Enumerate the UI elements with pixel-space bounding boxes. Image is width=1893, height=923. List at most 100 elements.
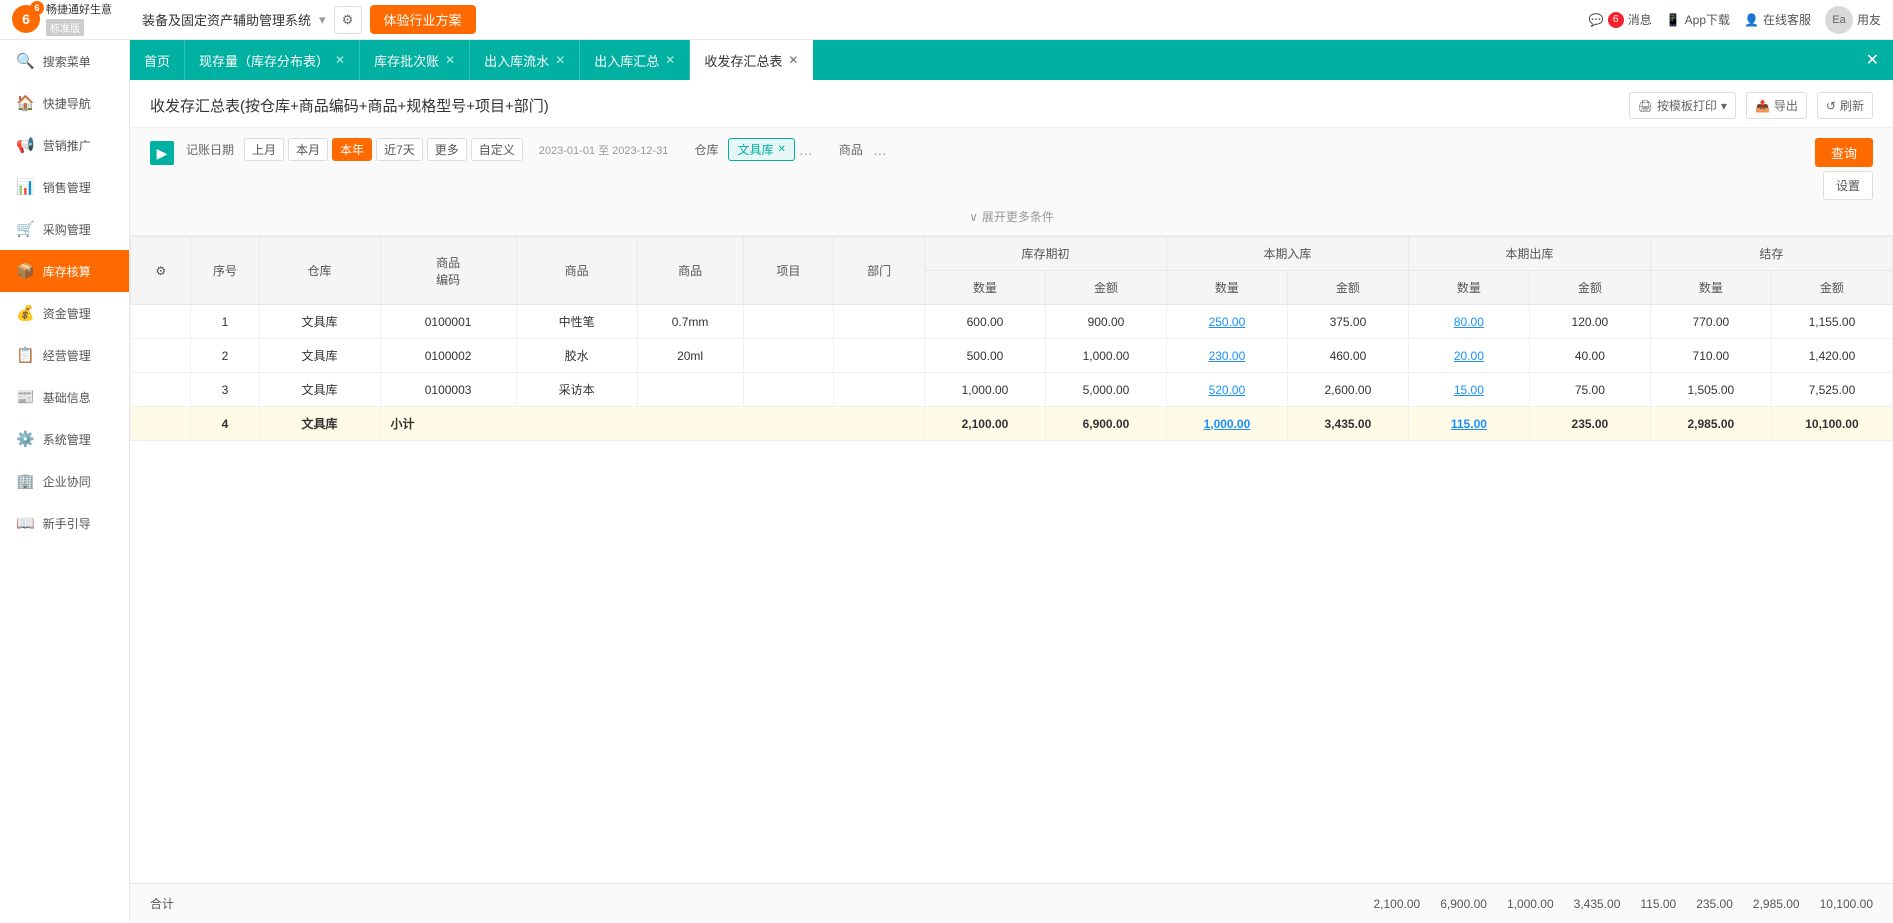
tab-recv-send[interactable]: 收发存汇总表 ✕ — [690, 40, 813, 80]
sidebar-item-marketing[interactable]: 📢 营销推广 — [0, 124, 129, 166]
row1-name: 中性笔 — [516, 305, 637, 339]
tab-bar: 首页 现存量（库存分布表） ✕ 库存批次账 ✕ 出入库流水 ✕ 出入库汇总 ✕ … — [130, 40, 1893, 80]
sub-open-qty: 2,100.00 — [924, 407, 1045, 441]
print-button[interactable]: 🖨 按模板打印 ▾ — [1629, 92, 1736, 119]
footer-out-amt: 235.00 — [1696, 897, 1733, 911]
export-button[interactable]: 📤 导出 — [1746, 92, 1807, 119]
expand-more-row: ∨ 展开更多条件 — [150, 208, 1873, 225]
row1-no: 1 — [191, 305, 259, 339]
th-balance: 结存 — [1650, 237, 1892, 271]
sidebar-item-purchase[interactable]: 🛒 采购管理 — [0, 208, 129, 250]
row3-open-qty: 1,000.00 — [924, 373, 1045, 407]
row3-code: 0100003 — [380, 373, 516, 407]
sub-warehouse: 文具库 — [259, 407, 380, 441]
th-out: 本期出库 — [1408, 237, 1650, 271]
top-header: 6 6 畅捷通好生意 标准版 装备及固定资产辅助管理系统 ▾ ⚙ 体验行业方案 … — [0, 0, 1893, 40]
bottom-bar: 合计 2,100.00 6,900.00 1,000.00 3,435.00 1… — [130, 883, 1893, 923]
more-btn[interactable]: 更多 — [427, 138, 467, 161]
row2-in-qty[interactable]: 230.00 — [1166, 339, 1287, 373]
row1-bal-amt: 1,155.00 — [1771, 305, 1892, 339]
sub-in-amt: 3,435.00 — [1287, 407, 1408, 441]
row2-open-qty: 500.00 — [924, 339, 1045, 373]
row1-out-qty[interactable]: 80.00 — [1408, 305, 1529, 339]
this-month-btn[interactable]: 本月 — [288, 138, 328, 161]
custom-btn[interactable]: 自定义 — [471, 138, 523, 161]
th-dept: 部门 — [834, 237, 925, 305]
sub-no: 4 — [191, 407, 259, 441]
sidebar-item-sales[interactable]: 📊 销售管理 — [0, 166, 129, 208]
enterprise-icon: 🏢 — [16, 472, 35, 490]
tab-bar-close-button[interactable]: ✕ — [1852, 50, 1893, 70]
user-button[interactable]: Ea 用友 — [1825, 6, 1881, 34]
message-badge: 6 — [1608, 12, 1624, 28]
th-out-qty: 数量 — [1408, 271, 1529, 305]
warehouse-ellipsis[interactable]: … — [799, 142, 813, 158]
sidebar-item-quick-nav[interactable]: 🏠 快捷导航 — [0, 82, 129, 124]
sub-in-qty[interactable]: 1,000.00 — [1166, 407, 1287, 441]
tab-home[interactable]: 首页 — [130, 40, 185, 80]
trial-button[interactable]: 体验行业方案 — [370, 5, 476, 34]
row3-in-qty[interactable]: 520.00 — [1166, 373, 1287, 407]
row3-no: 3 — [191, 373, 259, 407]
footer-out-qty: 115.00 — [1640, 897, 1676, 911]
download-icon: 📱 — [1666, 13, 1681, 27]
last-month-btn[interactable]: 上月 — [244, 138, 284, 161]
sidebar-item-operations[interactable]: 📋 经营管理 — [0, 334, 129, 376]
sidebar-item-inventory[interactable]: 📦 库存核算 — [0, 250, 129, 292]
operations-icon: 📋 — [16, 346, 35, 364]
tab-close-inout-flow[interactable]: ✕ — [555, 53, 565, 67]
set-button[interactable]: 设置 — [1823, 171, 1873, 200]
message-button[interactable]: 💬 6 消息 — [1589, 11, 1652, 28]
online-service-button[interactable]: 👤 在线客服 — [1744, 11, 1811, 28]
row2-project — [743, 339, 834, 373]
sidebar-item-enterprise[interactable]: 🏢 企业协同 — [0, 460, 129, 502]
goods-label: 商品 — [839, 141, 863, 158]
row3-project — [743, 373, 834, 407]
th-settings[interactable]: ⚙ — [131, 237, 191, 305]
tab-close-batch[interactable]: ✕ — [445, 53, 455, 67]
expand-more-button[interactable]: ∨ 展开更多条件 — [969, 208, 1054, 225]
gear-button[interactable]: ⚙ — [334, 6, 362, 34]
row3-out-qty[interactable]: 15.00 — [1408, 373, 1529, 407]
tab-stock-dist[interactable]: 现存量（库存分布表） ✕ — [185, 40, 360, 80]
sidebar-item-system[interactable]: ⚙️ 系统管理 — [0, 418, 129, 460]
message-icon: 💬 — [1589, 13, 1604, 27]
tab-close-inout-summary[interactable]: ✕ — [665, 53, 675, 67]
row1-warehouse: 文具库 — [259, 305, 380, 339]
table-row: 3 文具库 0100003 采访本 1,000.00 5,000.00 520.… — [131, 373, 1893, 407]
dropdown-icon[interactable]: ▾ — [319, 12, 326, 28]
warehouse-tag-close[interactable]: ✕ — [777, 144, 785, 155]
th-in-qty: 数量 — [1166, 271, 1287, 305]
sub-out-qty[interactable]: 115.00 — [1408, 407, 1529, 441]
7days-btn[interactable]: 近7天 — [376, 138, 423, 161]
tab-inout-flow[interactable]: 出入库流水 ✕ — [470, 40, 580, 80]
right-buttons: 查询 设置 — [1815, 138, 1873, 200]
tab-close-recv-send[interactable]: ✕ — [788, 53, 798, 67]
th-no: 序号 — [191, 237, 259, 305]
row2-bal-amt: 1,420.00 — [1771, 339, 1892, 373]
main-layout: 🔍 搜索菜单 🏠 快捷导航 📢 营销推广 📊 销售管理 🛒 采购管理 📦 库存核… — [0, 40, 1893, 923]
tab-inout-summary[interactable]: 出入库汇总 ✕ — [580, 40, 690, 80]
row1-in-qty[interactable]: 250.00 — [1166, 305, 1287, 339]
expand-more-icon: ∨ — [969, 210, 978, 224]
query-button[interactable]: 查询 — [1815, 138, 1873, 167]
row2-out-qty[interactable]: 20.00 — [1408, 339, 1529, 373]
filter-expand-button[interactable]: ▶ — [150, 141, 174, 165]
row1-bal-qty: 770.00 — [1650, 305, 1771, 339]
system-title: 装备及固定资产辅助管理系统 ▾ ⚙ 体验行业方案 — [142, 5, 1589, 34]
tab-batch-account[interactable]: 库存批次账 ✕ — [360, 40, 470, 80]
finance-icon: 💰 — [16, 304, 35, 322]
guide-icon: 📖 — [16, 514, 35, 532]
refresh-button[interactable]: ↺ 刷新 — [1817, 92, 1873, 119]
footer-label: 合计 — [150, 895, 174, 912]
goods-ellipsis[interactable]: … — [873, 142, 887, 158]
row3-dept — [834, 373, 925, 407]
sidebar-item-basics[interactable]: 📰 基础信息 — [0, 376, 129, 418]
sidebar-item-search[interactable]: 🔍 搜索菜单 — [0, 40, 129, 82]
tab-close-stock-dist[interactable]: ✕ — [335, 53, 345, 67]
app-download-button[interactable]: 📱 App下载 — [1666, 11, 1730, 28]
sidebar-item-finance[interactable]: 💰 资金管理 — [0, 292, 129, 334]
this-year-btn[interactable]: 本年 — [332, 138, 372, 161]
sidebar-item-guide[interactable]: 📖 新手引导 — [0, 502, 129, 544]
th-in-amt: 金额 — [1287, 271, 1408, 305]
